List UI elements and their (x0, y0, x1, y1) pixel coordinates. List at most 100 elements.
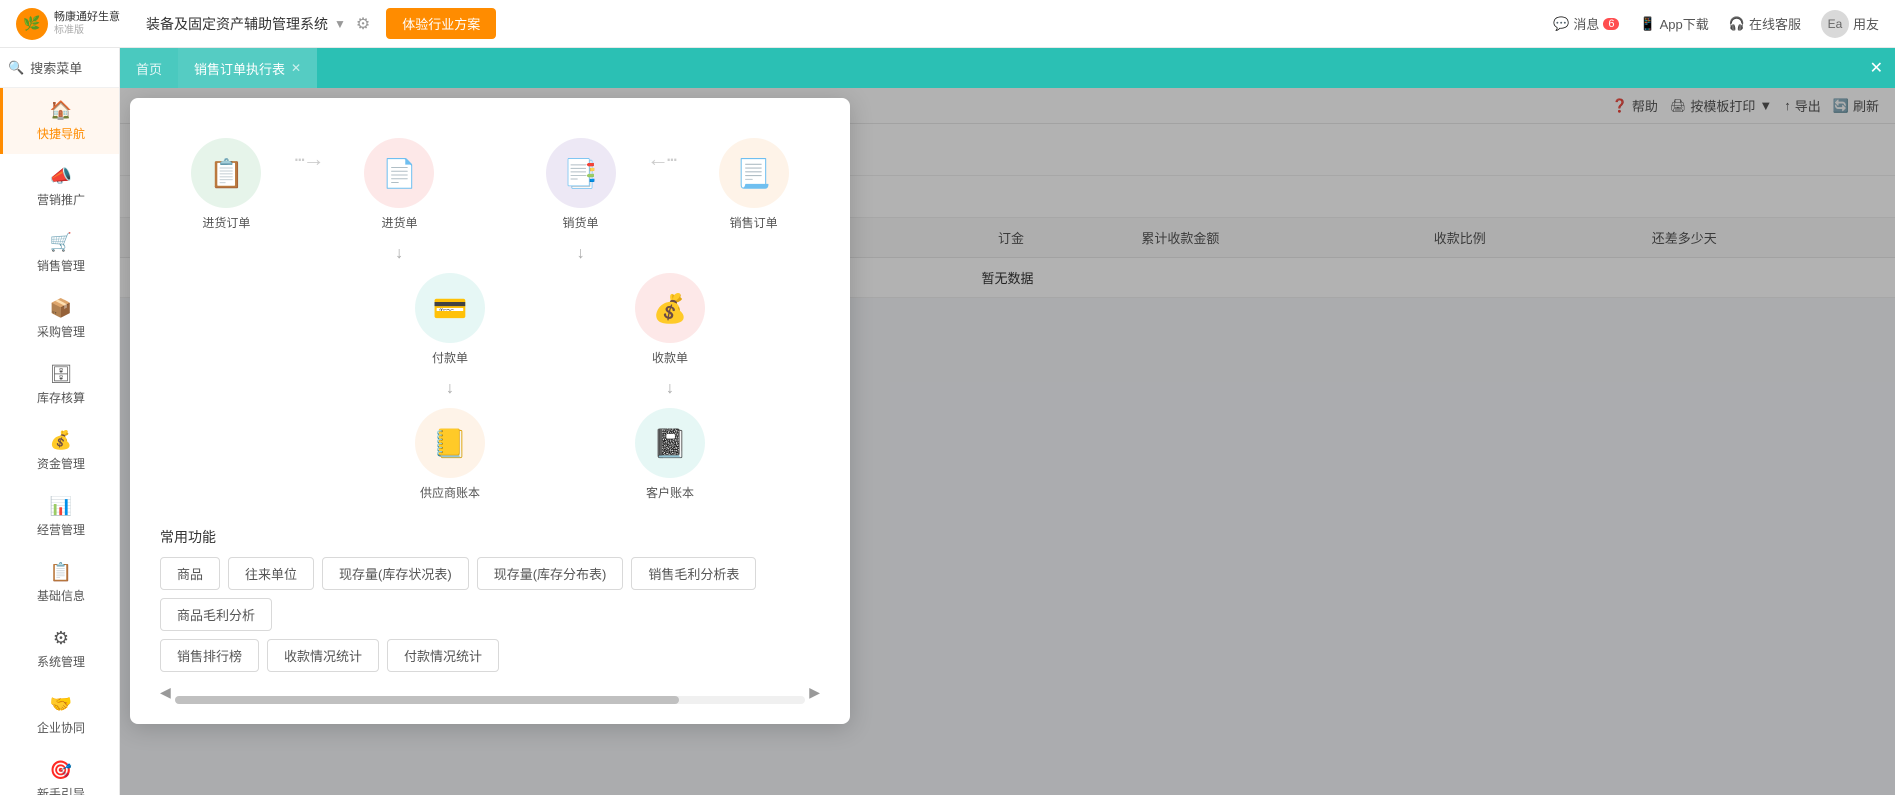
system-title-area: 装备及固定资产辅助管理系统 ▼ ⚙ (146, 14, 370, 34)
overlay: 📋 进货订单 ···→ (120, 88, 1895, 795)
payment-icon: 💳 (433, 292, 468, 325)
app-container: 🌿 畅康通好生意 标准版 装备及固定资产辅助管理系统 ▼ ⚙ 体验行业方案 💬 … (0, 0, 1895, 795)
common-functions-title: 常用功能 (160, 527, 820, 547)
sidebar-item-purchase[interactable]: 📦 采购管理 (0, 286, 119, 352)
scroll-left-icon[interactable]: ◀ (160, 684, 171, 701)
sales-order-icon: 📃 (736, 157, 771, 190)
arrow-h-1: ···→ (293, 128, 333, 172)
flow-row-1: 📋 进货订单 ···→ (160, 128, 820, 241)
sidebar-item-marketing[interactable]: 📣 营销推广 (0, 154, 119, 220)
system-icon: ⚙ (53, 628, 69, 649)
scrollbar-thumb (175, 696, 679, 704)
content-area: 首页 销售订单执行表 ✕ ✕ ❓ 帮助 🖨 (120, 48, 1895, 795)
flow-node-purchase-order[interactable]: 📋 进货订单 (160, 128, 293, 241)
sales-icon: 🛒 (50, 232, 72, 253)
sidebar: 🔍 搜索菜单 🏠 快捷导航 📣 营销推广 🛒 销售管理 📦 采购管理 🗄 (0, 48, 120, 795)
arrow-down-sales: ↓ (515, 245, 647, 263)
phone-icon: 📱 (1639, 16, 1655, 32)
enterprise-icon: 🤝 (50, 694, 72, 715)
settings-icon[interactable]: ⚙ (356, 14, 370, 34)
top-bar: 🌿 畅康通好生意 标准版 装备及固定资产辅助管理系统 ▼ ⚙ 体验行业方案 💬 … (0, 0, 1895, 48)
func-btn-receipt-stat[interactable]: 收款情况统计 (267, 639, 379, 672)
sales-bill-icon: 📑 (563, 157, 598, 190)
func-btn-sales-profit[interactable]: 销售毛利分析表 (631, 557, 756, 590)
try-button[interactable]: 体验行业方案 (386, 8, 496, 39)
sidebar-item-system[interactable]: ⚙ 系统管理 (0, 616, 119, 682)
tab-close-icon[interactable]: ✕ (291, 61, 301, 75)
customer-icon: 📓 (653, 427, 688, 460)
sidebar-item-sales[interactable]: 🛒 销售管理 (0, 220, 119, 286)
func-btn-product[interactable]: 商品 (160, 557, 220, 590)
user-item[interactable]: Ea 用友 (1821, 10, 1879, 38)
func-btn-partner[interactable]: 往来单位 (228, 557, 314, 590)
headset-icon: 🎧 (1729, 16, 1745, 32)
modal-scrollbar-row: ◀ ▶ (160, 680, 820, 704)
flow-node-receipt[interactable]: 💰 收款单 (590, 263, 750, 376)
page-content: ❓ 帮助 🖨 按模板打印 ▼ ↑ 导出 🔄 刷新 (120, 88, 1895, 795)
message-icon: 💬 (1553, 16, 1569, 32)
flow-node-customer[interactable]: 📓 客户账本 (590, 398, 750, 511)
basic-info-icon: 📋 (50, 562, 72, 583)
supplier-icon: 📒 (433, 427, 468, 460)
operations-icon: 📊 (50, 496, 72, 517)
marketing-icon: 📣 (50, 166, 72, 187)
tab-home[interactable]: 首页 (120, 48, 178, 88)
sidebar-item-enterprise[interactable]: 🤝 企业协同 (0, 682, 119, 748)
func-btn-stock-status[interactable]: 现存量(库存状况表) (322, 557, 469, 590)
purchase-bill-icon: 📄 (382, 157, 417, 190)
flow-node-payment[interactable]: 💳 付款单 (370, 263, 530, 376)
scroll-right-icon[interactable]: ▶ (809, 684, 820, 701)
top-right: 💬 消息 6 📱 App下载 🎧 在线客服 Ea 用友 (1553, 10, 1879, 38)
purchase-order-icon: 📋 (209, 157, 244, 190)
app-download-item[interactable]: 📱 App下载 (1639, 14, 1708, 33)
flow-node-supplier[interactable]: 📒 供应商账本 (370, 398, 530, 511)
func-btn-stock-dist[interactable]: 现存量(库存分布表) (477, 557, 624, 590)
message-badge: 6 (1603, 18, 1619, 30)
tab-bar: 首页 销售订单执行表 ✕ ✕ (120, 48, 1895, 88)
func-buttons-row-2: 销售排行榜 收款情况统计 付款情况统计 (160, 639, 820, 672)
logo-text: 畅康通好生意 标准版 (54, 10, 120, 37)
logo-icon: 🌿 (16, 8, 48, 40)
func-btn-payment-stat[interactable]: 付款情况统计 (387, 639, 499, 672)
sidebar-item-finance[interactable]: 💰 资金管理 (0, 418, 119, 484)
flow-node-sales-order[interactable]: 📃 销售订单 (687, 128, 820, 241)
sidebar-item-quick-nav[interactable]: 🏠 快捷导航 (0, 88, 119, 154)
tab-bar-close-icon[interactable]: ✕ (1870, 58, 1883, 78)
flow-section: 📋 进货订单 ···→ (160, 128, 820, 511)
common-functions: 常用功能 商品 往来单位 现存量(库存状况表) 现存量(库存分布表) 销售毛利分… (160, 527, 820, 672)
inventory-icon: 🗄 (50, 364, 73, 385)
arrow-down-purchase: ↓ (333, 245, 465, 263)
arrow-down-receipt: ↓ (590, 380, 750, 398)
tab-sales-order[interactable]: 销售订单执行表 ✕ (178, 48, 317, 88)
sidebar-item-guide[interactable]: 🎯 新手引导 (0, 748, 119, 795)
logo-area: 🌿 畅康通好生意 标准版 (16, 8, 136, 40)
sidebar-item-basic-info[interactable]: 📋 基础信息 (0, 550, 119, 616)
home-icon: 🏠 (50, 100, 72, 121)
avatar-label: Ea (1828, 17, 1843, 31)
flow-arrows-down-row-2: ↓ ↓ (160, 380, 820, 398)
avatar: Ea (1821, 10, 1849, 38)
modal-scrollbar[interactable] (175, 696, 805, 704)
guide-icon: 🎯 (50, 760, 72, 781)
flow-node-purchase-bill[interactable]: 📄 进货单 (333, 128, 466, 241)
flow-row-2: 💳 付款单 💰 收款单 (160, 263, 820, 376)
arrow-down-payment: ↓ (370, 380, 530, 398)
func-btn-sales-rank[interactable]: 销售排行榜 (160, 639, 259, 672)
sidebar-item-inventory[interactable]: 🗄 库存核算 (0, 352, 119, 418)
func-btn-product-profit[interactable]: 商品毛利分析 (160, 598, 272, 631)
purchase-icon: 📦 (50, 298, 72, 319)
flow-modal: 📋 进货订单 ···→ (130, 98, 850, 724)
sidebar-item-operations[interactable]: 📊 经营管理 (0, 484, 119, 550)
flow-arrows-down-row: ↓ ↓ (160, 245, 820, 263)
online-service-item[interactable]: 🎧 在线客服 (1729, 14, 1801, 33)
flow-node-sales-bill[interactable]: 📑 销货单 (514, 128, 647, 241)
system-dropdown-icon[interactable]: ▼ (334, 17, 346, 31)
system-title: 装备及固定资产辅助管理系统 (146, 14, 328, 34)
search-menu[interactable]: 🔍 搜索菜单 (0, 48, 119, 88)
receipt-icon: 💰 (653, 292, 688, 325)
arrow-h-2: ←··· (647, 128, 687, 172)
flow-row-3: 📒 供应商账本 📓 客户账本 (160, 398, 820, 511)
main-area: 🔍 搜索菜单 🏠 快捷导航 📣 营销推广 🛒 销售管理 📦 采购管理 🗄 (0, 48, 1895, 795)
finance-icon: 💰 (50, 430, 72, 451)
message-item[interactable]: 💬 消息 6 (1553, 14, 1619, 33)
